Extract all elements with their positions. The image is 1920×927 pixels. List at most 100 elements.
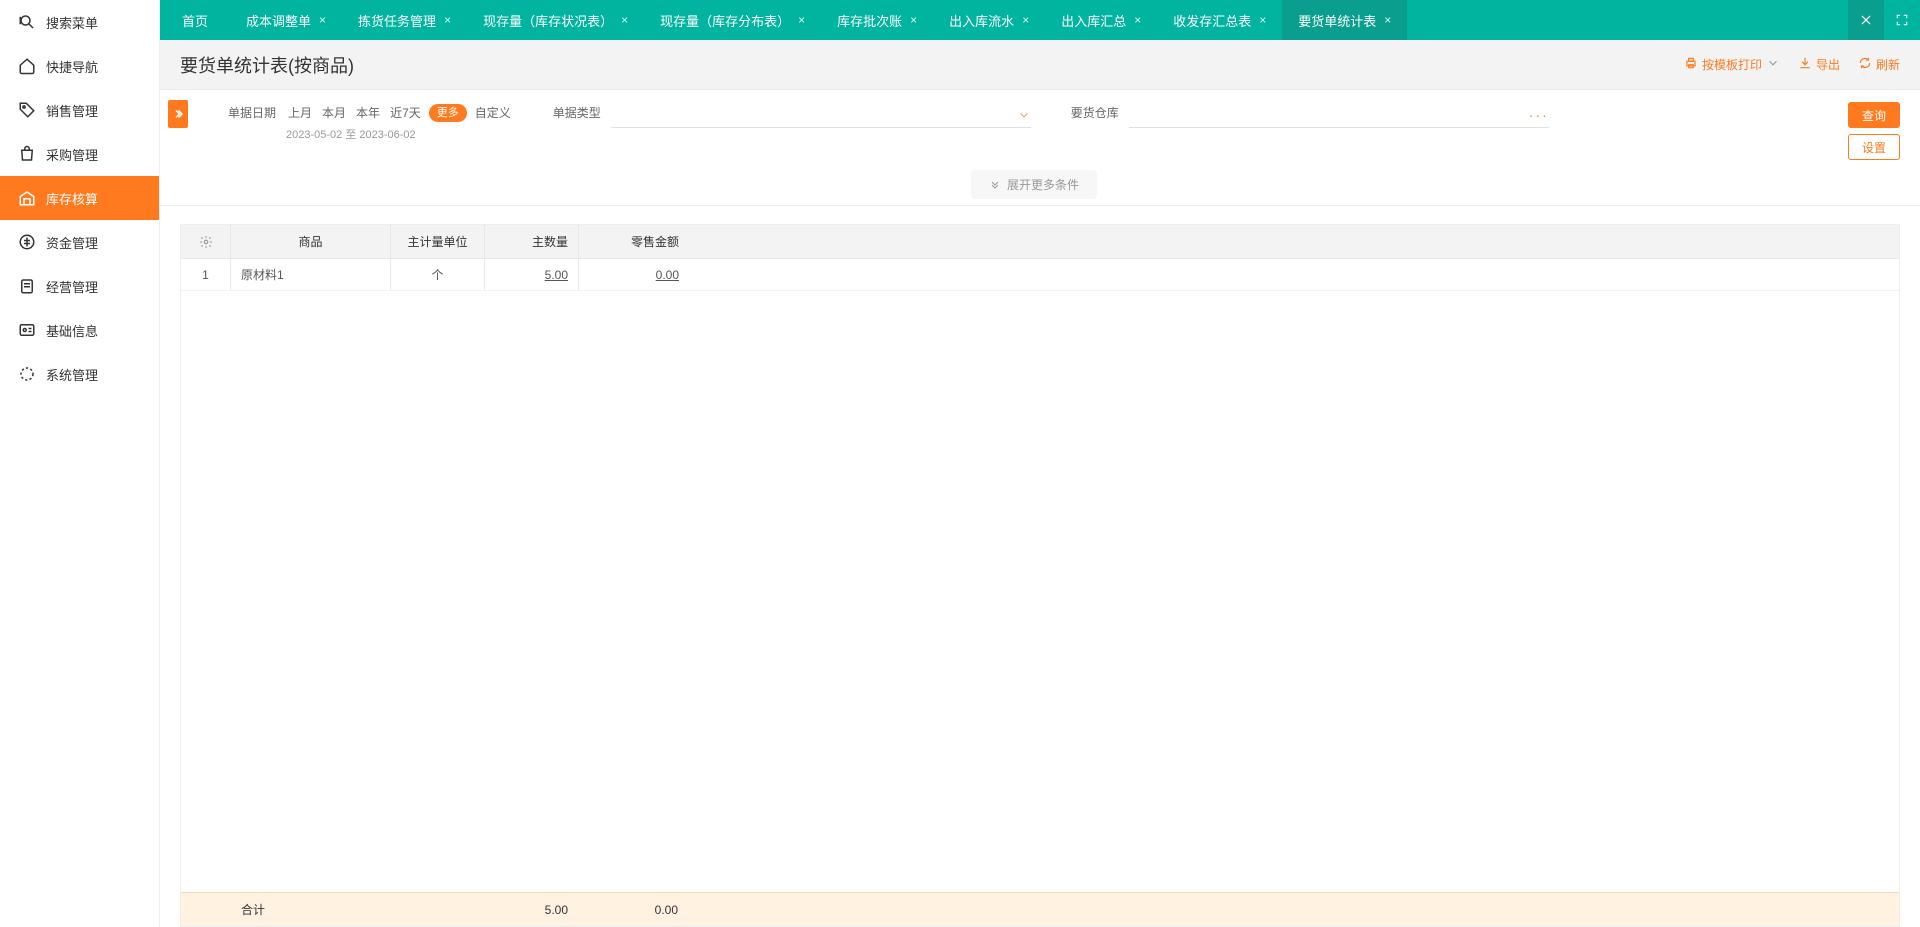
- tab-label: 现存量（库存状况表）: [483, 11, 613, 30]
- sidebar: 搜索菜单 快捷导航 销售管理 采购管理 库存核算 资金管理 经营管理 基础信息: [0, 0, 160, 927]
- search-icon: [18, 13, 36, 31]
- sidebar-item-sales[interactable]: 销售管理: [0, 88, 159, 132]
- export-label: 导出: [1816, 56, 1840, 73]
- warehouse-icon: [18, 189, 36, 207]
- filter-warehouse: 要货仓库 ···: [1071, 102, 1549, 128]
- th-unit[interactable]: 主计量单位: [391, 225, 485, 258]
- tab-label: 收发存汇总表: [1173, 11, 1251, 30]
- type-label: 单据类型: [553, 102, 601, 124]
- refresh-button[interactable]: 刷新: [1858, 56, 1900, 73]
- printer-icon: [1684, 56, 1698, 73]
- type-select[interactable]: [611, 102, 1031, 128]
- sidebar-item-operation[interactable]: 经营管理: [0, 264, 159, 308]
- date-tab-more[interactable]: 更多: [429, 104, 467, 122]
- tab-label: 出入库汇总: [1061, 11, 1126, 30]
- query-button[interactable]: 查询: [1848, 102, 1900, 128]
- tab-label: 现存量（库存分布表）: [660, 11, 790, 30]
- print-template-button[interactable]: 按模板打印: [1684, 56, 1780, 73]
- date-tab-this-year[interactable]: 本年: [354, 102, 382, 124]
- sidebar-item-quick-nav[interactable]: 快捷导航: [0, 44, 159, 88]
- warehouse-select[interactable]: ···: [1129, 102, 1549, 128]
- page-header: 要货单统计表(按商品) 按模板打印 导出 刷新: [160, 40, 1920, 90]
- export-icon: [1798, 56, 1812, 73]
- tab-io-summary[interactable]: 出入库汇总 ×: [1045, 0, 1157, 40]
- gear-dashed-icon: [18, 365, 36, 383]
- th-amount[interactable]: 零售金额: [579, 225, 689, 258]
- cell-qty[interactable]: 5.00: [485, 259, 579, 290]
- ellipsis-icon: ···: [1529, 107, 1549, 123]
- filter-type: 单据类型: [553, 102, 1031, 128]
- close-icon[interactable]: ×: [621, 13, 628, 27]
- expand-label: 展开更多条件: [1007, 176, 1079, 193]
- export-button[interactable]: 导出: [1798, 56, 1840, 73]
- sidebar-item-purchase[interactable]: 采购管理: [0, 132, 159, 176]
- double-chevron-down-icon: [989, 179, 1001, 191]
- footer-qty: 5.00: [485, 903, 579, 917]
- tab-requisition-stats[interactable]: 要货单统计表 ×: [1282, 0, 1407, 40]
- date-tab-last-month[interactable]: 上月: [286, 102, 314, 124]
- cell-amount[interactable]: 0.00: [579, 259, 689, 290]
- sidebar-item-fund[interactable]: 资金管理: [0, 220, 159, 264]
- collapse-filters-button[interactable]: [168, 100, 188, 128]
- close-icon[interactable]: ×: [444, 13, 451, 27]
- date-label: 单据日期: [228, 102, 276, 124]
- tab-label: 首页: [182, 11, 208, 30]
- chevron-down-icon: [1017, 108, 1031, 122]
- query-label: 查询: [1862, 107, 1886, 124]
- sidebar-item-label: 库存核算: [46, 189, 98, 208]
- amount-link[interactable]: 0.00: [656, 268, 679, 282]
- tab-picking-task[interactable]: 拣货任务管理 ×: [342, 0, 467, 40]
- tab-label: 要货单统计表: [1298, 11, 1376, 30]
- cell-index: 1: [181, 259, 231, 290]
- data-table: 商品 主计量单位 主数量 零售金额 1 原材料1 个 5.00 0.00 合计 …: [180, 224, 1900, 927]
- tab-stock-distribution[interactable]: 现存量（库存分布表） ×: [644, 0, 821, 40]
- date-tab-custom[interactable]: 自定义: [473, 102, 513, 124]
- close-icon[interactable]: ×: [1134, 13, 1141, 27]
- column-settings-button[interactable]: [181, 225, 231, 258]
- close-icon[interactable]: ×: [1384, 13, 1391, 27]
- tab-cost-adjust[interactable]: 成本调整单×: [230, 0, 342, 40]
- th-product[interactable]: 商品: [231, 225, 391, 258]
- table-header: 商品 主计量单位 主数量 零售金额: [181, 225, 1899, 259]
- th-qty[interactable]: 主数量: [485, 225, 579, 258]
- tab-label: 库存批次账: [837, 11, 902, 30]
- footer-amount: 0.00: [579, 903, 689, 917]
- fullscreen-button[interactable]: [1884, 0, 1920, 40]
- bag-icon: [18, 145, 36, 163]
- tab-io-flow[interactable]: 出入库流水 ×: [933, 0, 1045, 40]
- settings-button[interactable]: 设置: [1848, 134, 1900, 160]
- sidebar-item-inventory[interactable]: 库存核算: [0, 176, 159, 220]
- refresh-icon: [1858, 56, 1872, 73]
- date-tab-last7[interactable]: 近7天: [388, 102, 423, 124]
- sidebar-item-label: 搜索菜单: [46, 13, 98, 32]
- tab-rsd-summary[interactable]: 收发存汇总表 ×: [1157, 0, 1282, 40]
- tab-bar: 首页 成本调整单× 拣货任务管理 × 现存量（库存状况表） × 现存量（库存分布表）…: [160, 0, 1920, 40]
- close-icon[interactable]: ×: [1259, 13, 1266, 27]
- sidebar-item-base-info[interactable]: 基础信息: [0, 308, 159, 352]
- sidebar-item-label: 销售管理: [46, 101, 98, 120]
- card-icon: [18, 321, 36, 339]
- chevron-down-icon: [1766, 56, 1780, 73]
- date-tab-this-month[interactable]: 本月: [320, 102, 348, 124]
- refresh-label: 刷新: [1876, 56, 1900, 73]
- close-icon[interactable]: ×: [910, 13, 917, 27]
- table-row: 1 原材料1 个 5.00 0.00: [181, 259, 1899, 291]
- close-all-button[interactable]: [1848, 0, 1884, 40]
- sidebar-item-system[interactable]: 系统管理: [0, 352, 159, 396]
- tab-label: 出入库流水: [949, 11, 1014, 30]
- qty-link[interactable]: 5.00: [545, 268, 568, 282]
- sidebar-item-label: 基础信息: [46, 321, 98, 340]
- close-icon[interactable]: ×: [1022, 13, 1029, 27]
- tab-batch-ledger[interactable]: 库存批次账 ×: [821, 0, 933, 40]
- filter-panel: 单据日期 上月 本月 本年 近7天 更多 自定义 2023-05-02 至 20…: [160, 90, 1920, 206]
- sidebar-item-search-menu[interactable]: 搜索菜单: [0, 0, 159, 44]
- home-icon: [18, 57, 36, 75]
- close-icon[interactable]: ×: [319, 13, 326, 27]
- page-title: 要货单统计表(按商品): [180, 52, 354, 78]
- expand-filters-button[interactable]: 展开更多条件: [971, 170, 1097, 199]
- close-icon[interactable]: ×: [798, 13, 805, 27]
- tab-home[interactable]: 首页: [160, 0, 230, 40]
- sidebar-item-label: 资金管理: [46, 233, 98, 252]
- tab-label: 拣货任务管理: [358, 11, 436, 30]
- tab-stock-status[interactable]: 现存量（库存状况表） ×: [467, 0, 644, 40]
